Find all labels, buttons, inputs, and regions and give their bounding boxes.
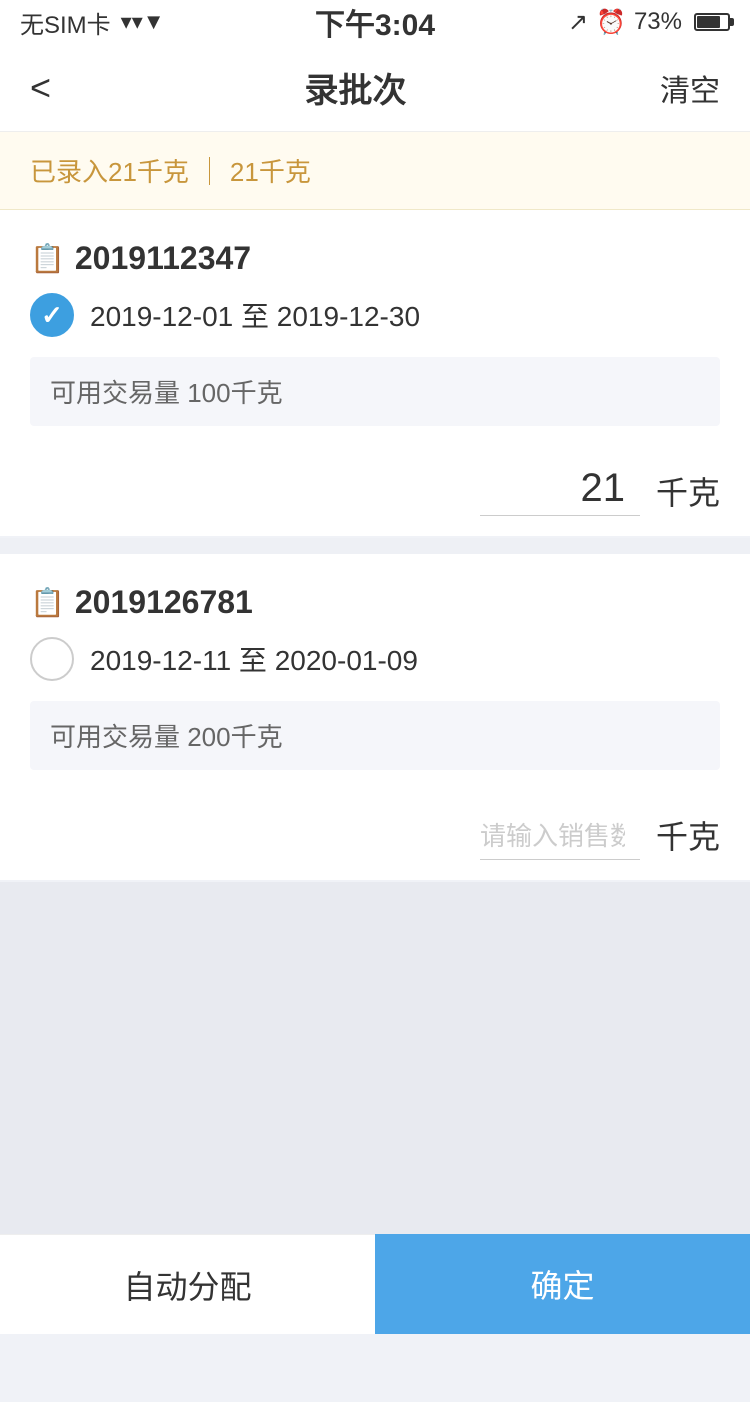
info-divider (209, 157, 210, 185)
qty-underline-1 (480, 466, 640, 516)
batch-header-2: 📋 2019126781 (30, 584, 720, 621)
qty-unit-1: 千克 (656, 468, 720, 514)
confirm-button[interactable]: 确定 (375, 1234, 750, 1334)
qty-input-2[interactable] (480, 810, 640, 855)
batch-header-1: 📋 2019112347 (30, 240, 720, 277)
qty-unit-2: 千克 (656, 812, 720, 858)
status-left: 无SIM卡 ▾▾▼ (20, 5, 165, 40)
amount-label: 21千克 (230, 152, 311, 189)
bottom-bar: 自动分配 确定 (0, 1234, 750, 1334)
batch-item-2: 📋 2019126781 2019-12-11 至 2020-01-09 可用交… (0, 554, 750, 770)
batch-date-1: 2019-12-01 至 2019-12-30 (90, 295, 420, 335)
auto-distribute-button[interactable]: 自动分配 (0, 1234, 375, 1334)
recorded-label: 已录入21千克 (30, 152, 189, 189)
batch-date-row-2[interactable]: 2019-12-11 至 2020-01-09 (30, 637, 720, 681)
page-title: 录批次 (305, 63, 407, 112)
batch-date-2: 2019-12-11 至 2020-01-09 (90, 639, 418, 679)
radio-2[interactable] (30, 637, 74, 681)
batch-doc-icon-1: 📋 (30, 242, 65, 275)
batch-date-row-1[interactable]: 2019-12-01 至 2019-12-30 (30, 293, 720, 337)
clear-button[interactable]: 清空 (660, 66, 720, 110)
qty-underline-2 (480, 810, 640, 860)
batch-card-1: 📋 2019112347 2019-12-01 至 2019-12-30 可用交… (0, 210, 750, 536)
status-bar: 无SIM卡 ▾▾▼ 下午3:04 ↗ ⏰ 73% (0, 0, 750, 44)
wifi-icon: ▾▾▼ (121, 9, 165, 35)
info-banner: 已录入21千克 21千克 (0, 132, 750, 210)
batch-id-2: 2019126781 (75, 584, 253, 621)
available-qty-2: 可用交易量 200千克 (30, 701, 720, 770)
battery-icon (694, 13, 730, 31)
content-area: 📋 2019112347 2019-12-01 至 2019-12-30 可用交… (0, 210, 750, 1402)
back-button[interactable]: < (30, 67, 51, 109)
battery-label: 73% (634, 8, 682, 36)
section-divider (0, 538, 750, 554)
qty-row-1: 千克 (0, 446, 750, 536)
nav-bar: < 录批次 清空 (0, 44, 750, 132)
carrier-label: 无SIM卡 (20, 5, 111, 40)
batch-item-1: 📋 2019112347 2019-12-01 至 2019-12-30 可用交… (0, 210, 750, 426)
status-right: ↗ ⏰ 73% (568, 8, 730, 37)
batch-doc-icon-2: 📋 (30, 586, 65, 619)
qty-row-2: 千克 (0, 790, 750, 880)
batch-id-1: 2019112347 (75, 240, 251, 277)
qty-input-1[interactable] (480, 466, 640, 511)
batch-card-2: 📋 2019126781 2019-12-11 至 2020-01-09 可用交… (0, 554, 750, 880)
available-qty-1: 可用交易量 100千克 (30, 357, 720, 426)
alarm-icon: ⏰ (596, 8, 626, 37)
status-time: 下午3:04 (315, 0, 435, 44)
location-icon: ↗ (568, 8, 588, 37)
radio-1[interactable] (30, 293, 74, 337)
